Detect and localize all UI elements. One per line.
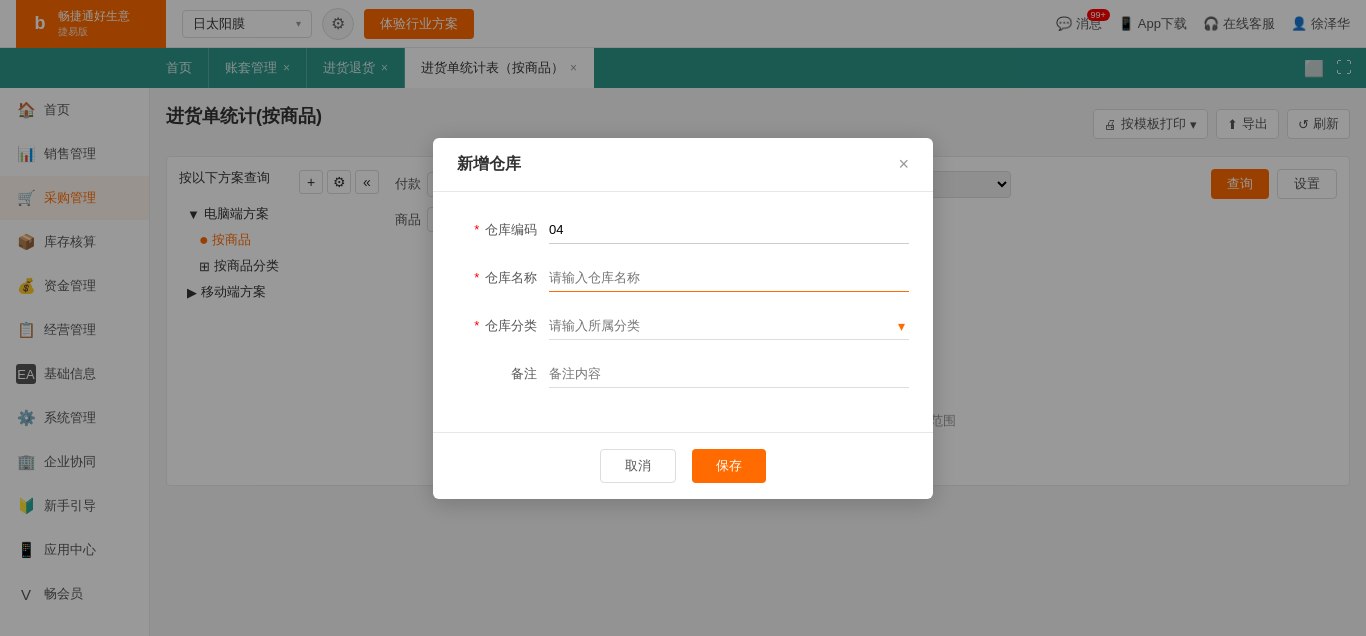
add-warehouse-modal: 新增仓库 × * 仓库编码 * 仓库名称	[433, 138, 933, 499]
remark-label: 备注	[457, 365, 537, 383]
required-star: *	[474, 222, 479, 237]
form-row-code: * 仓库编码	[457, 216, 909, 244]
modal-footer: 取消 保存	[433, 432, 933, 499]
warehouse-category-wrapper: ▾	[549, 312, 909, 340]
remark-input[interactable]	[549, 360, 909, 388]
save-button[interactable]: 保存	[692, 449, 766, 483]
warehouse-name-input[interactable]	[549, 264, 909, 292]
form-row-remark: 备注	[457, 360, 909, 388]
modal-title: 新增仓库	[457, 154, 521, 175]
cancel-button[interactable]: 取消	[600, 449, 676, 483]
modal-body: * 仓库编码 * 仓库名称 * 仓库分类	[433, 192, 933, 432]
modal-close-button[interactable]: ×	[898, 155, 909, 173]
warehouse-category-label: * 仓库分类	[457, 317, 537, 335]
modal-overlay[interactable]: 新增仓库 × * 仓库编码 * 仓库名称	[0, 0, 1366, 636]
form-row-category: * 仓库分类 ▾	[457, 312, 909, 340]
required-star-name: *	[474, 270, 479, 285]
warehouse-category-input[interactable]	[549, 312, 909, 340]
modal-header: 新增仓库 ×	[433, 138, 933, 192]
required-star-category: *	[474, 318, 479, 333]
form-row-name: * 仓库名称	[457, 264, 909, 292]
warehouse-code-label: * 仓库编码	[457, 221, 537, 239]
warehouse-name-label: * 仓库名称	[457, 269, 537, 287]
warehouse-code-input[interactable]	[549, 216, 909, 244]
